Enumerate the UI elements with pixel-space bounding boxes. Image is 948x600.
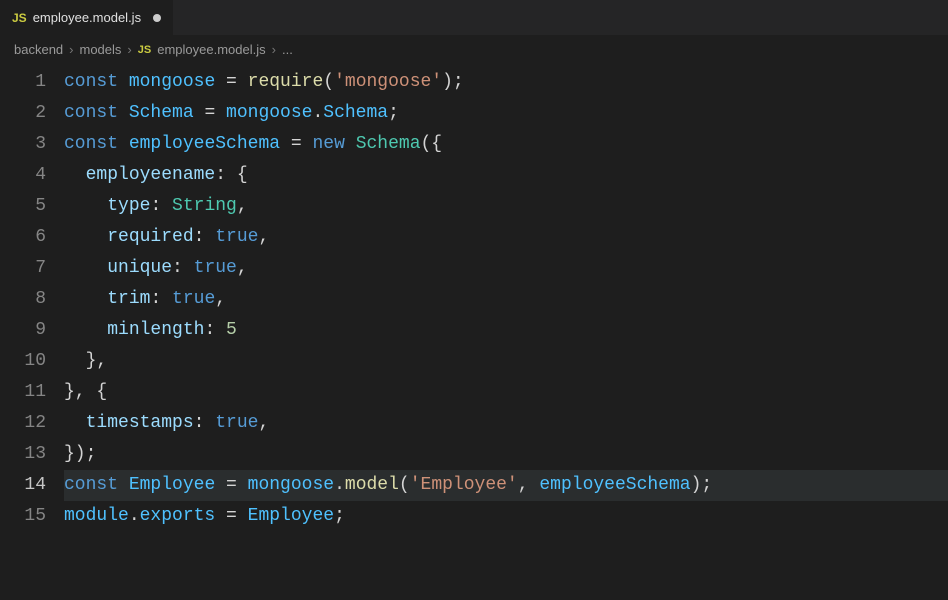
line-number: 13	[0, 439, 46, 470]
chevron-right-icon: ›	[127, 42, 131, 57]
code-line[interactable]: const Employee = mongoose.model('Employe…	[64, 470, 948, 501]
breadcrumb-segment[interactable]: backend	[14, 42, 63, 57]
breadcrumb-file[interactable]: employee.model.js	[157, 42, 265, 57]
line-number: 9	[0, 315, 46, 346]
code-line[interactable]: employeename: {	[64, 160, 948, 191]
line-number: 8	[0, 284, 46, 315]
line-number: 1	[0, 67, 46, 98]
code-line[interactable]: module.exports = Employee;	[64, 501, 948, 532]
js-file-icon: JS	[12, 11, 27, 25]
breadcrumb: backend › models › JS employee.model.js …	[0, 36, 948, 63]
line-number: 4	[0, 160, 46, 191]
breadcrumb-trailing[interactable]: ...	[282, 42, 293, 57]
code-line[interactable]: unique: true,	[64, 253, 948, 284]
line-number-gutter: 123456789101112131415	[0, 67, 64, 532]
tab-filename: employee.model.js	[33, 10, 141, 25]
line-number: 12	[0, 408, 46, 439]
line-number: 11	[0, 377, 46, 408]
line-number: 14	[0, 470, 46, 501]
breadcrumb-segment[interactable]: models	[80, 42, 122, 57]
tab-employee-model[interactable]: JS employee.model.js	[0, 0, 174, 35]
code-line[interactable]: type: String,	[64, 191, 948, 222]
chevron-right-icon: ›	[272, 42, 276, 57]
code-line[interactable]: trim: true,	[64, 284, 948, 315]
code-line[interactable]: }, {	[64, 377, 948, 408]
chevron-right-icon: ›	[69, 42, 73, 57]
editor-area[interactable]: 123456789101112131415 const mongoose = r…	[0, 63, 948, 532]
line-number: 15	[0, 501, 46, 532]
code-line[interactable]: timestamps: true,	[64, 408, 948, 439]
line-number: 6	[0, 222, 46, 253]
code-line[interactable]: const Schema = mongoose.Schema;	[64, 98, 948, 129]
code-content[interactable]: const mongoose = require('mongoose');con…	[64, 67, 948, 532]
code-line[interactable]: });	[64, 439, 948, 470]
line-number: 7	[0, 253, 46, 284]
js-file-icon: JS	[138, 44, 151, 56]
code-line[interactable]: },	[64, 346, 948, 377]
code-line[interactable]: const mongoose = require('mongoose');	[64, 67, 948, 98]
tab-bar: JS employee.model.js	[0, 0, 948, 36]
unsaved-dot-icon	[153, 14, 161, 22]
line-number: 5	[0, 191, 46, 222]
code-line[interactable]: required: true,	[64, 222, 948, 253]
line-number: 2	[0, 98, 46, 129]
code-line[interactable]: const employeeSchema = new Schema({	[64, 129, 948, 160]
code-line[interactable]: minlength: 5	[64, 315, 948, 346]
line-number: 10	[0, 346, 46, 377]
line-number: 3	[0, 129, 46, 160]
